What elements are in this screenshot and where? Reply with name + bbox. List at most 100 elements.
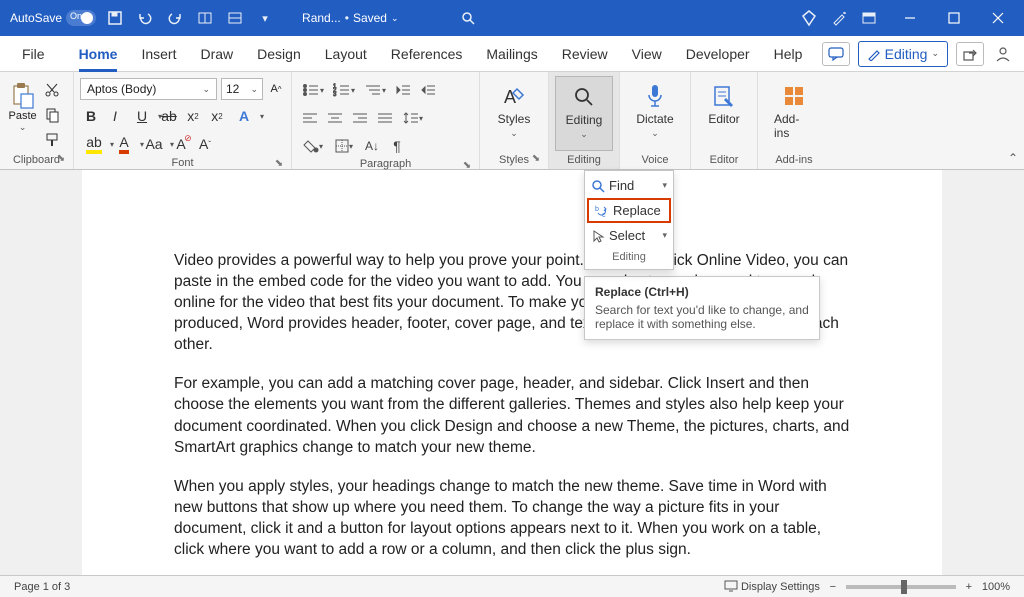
change-case-button[interactable]: Aa▾ (140, 133, 168, 155)
shading-icon[interactable]: ▾ (298, 135, 328, 157)
zoom-level[interactable]: 100% (976, 581, 1016, 593)
document-page[interactable]: Video provides a powerful way to help yo… (82, 170, 942, 575)
bullets-icon[interactable]: ▾ (298, 79, 328, 101)
bold-button[interactable]: B (80, 105, 102, 127)
group-voice: Dictate ⌄ Voice (620, 72, 691, 169)
outdent-icon[interactable] (391, 79, 415, 101)
group-paragraph: ▾ 123▾ ▾ ▾ ▾ ▾ A↓ ¶ (292, 72, 480, 169)
group-addins: Add-ins Add-ins (758, 72, 830, 169)
highlight-button[interactable]: ab▾ (80, 133, 108, 155)
align-left-icon[interactable] (298, 107, 322, 129)
font-color-button[interactable]: A▾ (110, 133, 138, 155)
menu-item-replace[interactable]: bc Replace (587, 198, 671, 223)
page-indicator[interactable]: Page 1 of 3 (8, 581, 76, 593)
tab-layout[interactable]: Layout (313, 36, 379, 72)
tab-design[interactable]: Design (245, 36, 313, 72)
text-effects-icon[interactable]: A▾ (230, 105, 258, 127)
diamond-icon[interactable] (798, 7, 820, 29)
paragraph[interactable]: For example, you can add a matching cove… (174, 373, 850, 457)
redo-icon[interactable] (164, 7, 186, 29)
share-button[interactable] (956, 42, 984, 66)
justify-icon[interactable] (373, 107, 397, 129)
addins-button[interactable]: Add-ins (764, 76, 824, 151)
align-right-icon[interactable] (348, 107, 372, 129)
sort-icon[interactable]: A↓ (360, 135, 384, 157)
zoom-in-button[interactable]: + (962, 581, 976, 593)
document-area: Video provides a powerful way to help yo… (0, 170, 1024, 575)
tab-view[interactable]: View (620, 36, 674, 72)
search-icon (570, 83, 598, 111)
status-bar: Page 1 of 3 Display Settings − + 100% (0, 575, 1024, 597)
menu-item-find[interactable]: Find ▾ (585, 173, 673, 198)
format-painter-icon[interactable] (41, 130, 63, 150)
editing-dropdown-menu: Find ▾ bc Replace Select ▾ Editing (584, 170, 674, 270)
dialog-launcher-icon[interactable]: ⬊ (530, 153, 542, 165)
dictate-button[interactable]: Dictate ⌄ (626, 76, 684, 151)
tab-draw[interactable]: Draw (188, 36, 245, 72)
tab-help[interactable]: Help (762, 36, 815, 72)
maximize-button[interactable] (932, 0, 976, 36)
undo-icon[interactable] (134, 7, 156, 29)
ribbon: Paste ⌄ Clipboard⬊ Aptos (Body)⌄ 12⌄ A^ … (0, 72, 1024, 170)
dialog-launcher-icon[interactable]: ⬊ (55, 153, 67, 165)
ribbon-display-icon[interactable] (858, 7, 880, 29)
copy-icon[interactable] (41, 105, 63, 125)
collapse-ribbon-icon[interactable]: ⌃ (1008, 151, 1018, 165)
minimize-button[interactable] (888, 0, 932, 36)
close-button[interactable] (976, 0, 1020, 36)
qat-overflow-icon[interactable]: ▾ (254, 7, 276, 29)
styles-button[interactable]: A Styles ⌄ (486, 76, 542, 151)
grow-font-icon[interactable]: A^ (267, 78, 285, 100)
shrink-font-icon[interactable]: Aˇ (194, 133, 216, 155)
paragraph[interactable]: When you apply styles, your headings cha… (174, 476, 850, 560)
editor-button[interactable]: Editor (697, 76, 751, 151)
editing-split-button[interactable]: Editing ⌄ (555, 76, 613, 151)
dialog-launcher-icon[interactable]: ⬊ (273, 158, 285, 170)
font-size-combo[interactable]: 12⌄ (221, 78, 263, 100)
qat-icon-2[interactable] (224, 7, 246, 29)
tab-references[interactable]: References (379, 36, 475, 72)
pen-sparkle-icon[interactable] (828, 7, 850, 29)
profile-icon[interactable] (992, 43, 1014, 65)
line-spacing-icon[interactable]: ▾ (398, 107, 428, 129)
numbering-icon[interactable]: 123▾ (329, 79, 359, 101)
group-clipboard: Paste ⌄ Clipboard⬊ (0, 72, 74, 169)
strike-button[interactable]: ab (158, 105, 180, 127)
replace-icon: bc (595, 204, 609, 218)
clear-format-icon[interactable]: A⊘ (170, 133, 192, 155)
paste-button[interactable]: Paste ⌄ (6, 76, 39, 151)
menu-item-select[interactable]: Select ▾ (585, 223, 673, 248)
autosave-label: AutoSave (10, 11, 62, 25)
svg-text:A: A (504, 87, 516, 107)
tab-home[interactable]: Home (67, 36, 130, 72)
search-icon[interactable] (457, 7, 479, 29)
show-marks-icon[interactable]: ¶ (385, 135, 409, 157)
superscript-button[interactable]: x2 (206, 105, 228, 127)
cut-icon[interactable] (41, 80, 63, 100)
multilevel-icon[interactable]: ▾ (360, 79, 390, 101)
align-center-icon[interactable] (323, 107, 347, 129)
font-name-combo[interactable]: Aptos (Body)⌄ (80, 78, 217, 100)
display-settings-button[interactable]: Display Settings (718, 580, 826, 593)
subscript-button[interactable]: x2 (182, 105, 204, 127)
tab-insert[interactable]: Insert (129, 36, 188, 72)
svg-text:b: b (595, 206, 599, 213)
title-bar: AutoSave On ▾ Rand... • Saved ⌄ (0, 0, 1024, 36)
italic-button[interactable]: I (104, 105, 126, 127)
save-icon[interactable] (104, 7, 126, 29)
document-title[interactable]: Rand... • Saved ⌄ (302, 11, 398, 25)
tab-developer[interactable]: Developer (674, 36, 762, 72)
zoom-slider[interactable] (846, 585, 956, 589)
tab-review[interactable]: Review (550, 36, 620, 72)
autosave-toggle[interactable]: AutoSave On (4, 10, 96, 26)
editor-icon (710, 82, 738, 110)
editing-mode-button[interactable]: Editing ⌄ (858, 41, 948, 67)
tab-mailings[interactable]: Mailings (474, 36, 549, 72)
borders-icon[interactable]: ▾ (329, 135, 359, 157)
indent-icon[interactable] (416, 79, 440, 101)
qat-icon-1[interactable] (194, 7, 216, 29)
underline-button[interactable]: U▾ (128, 105, 156, 127)
zoom-out-button[interactable]: − (826, 581, 840, 593)
tab-file[interactable]: File (10, 36, 57, 72)
comments-button[interactable] (822, 42, 850, 66)
